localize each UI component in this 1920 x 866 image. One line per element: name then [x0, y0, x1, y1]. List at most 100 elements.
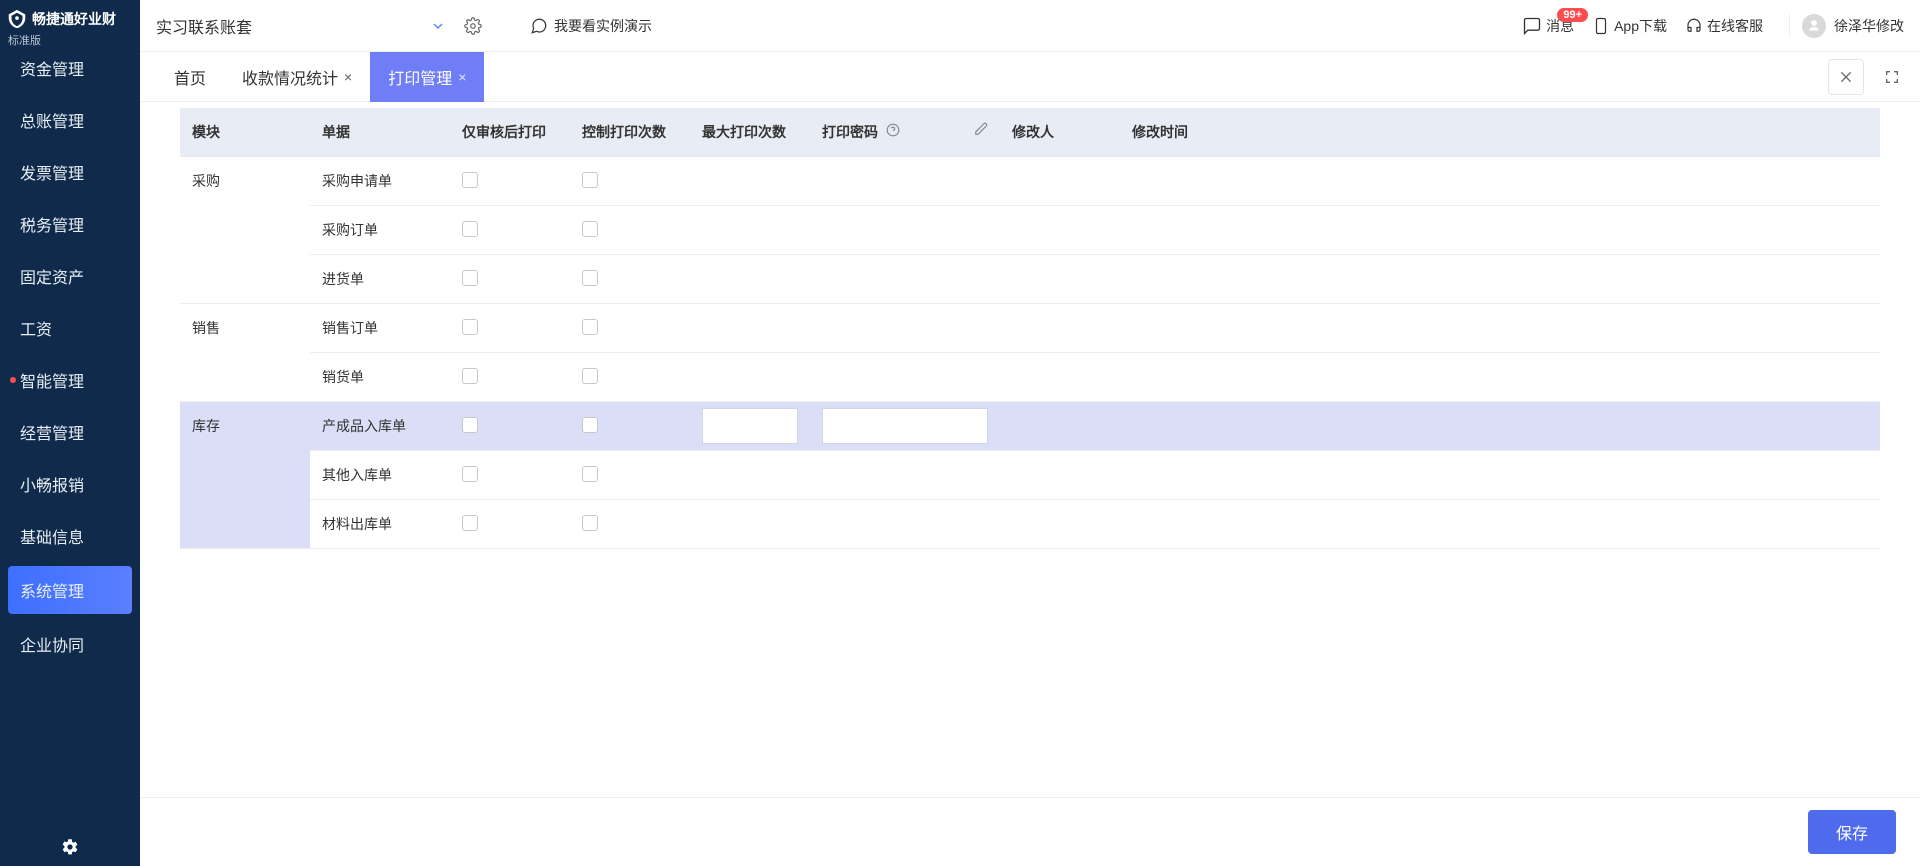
doc-cell: 进货单 [310, 255, 450, 304]
print-settings-table: 模块 单据 仅审核后打印 控制打印次数 最大打印次数 打印密码 [180, 108, 1880, 549]
table-row: 其他入库单 [180, 451, 1880, 500]
tab[interactable]: 首页 [156, 52, 224, 102]
sidebar-item[interactable]: 基础信息 [0, 510, 140, 562]
password-input[interactable] [822, 408, 988, 444]
th-limit: 控制打印次数 [570, 108, 690, 157]
sidebar-item-label: 工资 [20, 316, 52, 340]
doc-cell: 其他入库单 [310, 451, 450, 500]
sidebar-item-label: 系统管理 [20, 578, 84, 602]
app-download-label: App下载 [1614, 16, 1667, 36]
sidebar-item[interactable]: 小畅报销 [0, 458, 140, 510]
topbar: 实习联系账套 我要看实例演示 消息 99+ [140, 0, 1920, 52]
table-row: 采购采购申请单 [180, 157, 1880, 206]
limit-checkbox[interactable] [582, 221, 598, 237]
th-password: 打印密码 [810, 108, 1000, 157]
tab-label: 首页 [174, 65, 206, 89]
chat-icon [530, 17, 548, 35]
support-button[interactable]: 在线客服 [1685, 16, 1763, 36]
sidebar-item[interactable]: 系统管理 [8, 566, 132, 614]
limit-checkbox[interactable] [582, 417, 598, 433]
sidebar-item[interactable]: 固定资产 [0, 250, 140, 302]
table-row: 材料出库单 [180, 500, 1880, 549]
doc-cell: 采购订单 [310, 206, 450, 255]
mobile-icon [1592, 17, 1610, 35]
sidebar-nav: 资金管理总账管理发票管理税务管理固定资产工资智能管理经营管理小畅报销基础信息系统… [0, 56, 140, 828]
table-row: 进货单 [180, 255, 1880, 304]
tab-close-icon[interactable]: × [458, 69, 466, 85]
brand-area: 畅捷通好业财 标准版 [0, 0, 140, 52]
sidebar-item-label: 小畅报销 [20, 472, 84, 496]
after-audit-checkbox[interactable] [462, 221, 478, 237]
table-row: 销货单 [180, 353, 1880, 402]
user-menu[interactable]: 徐泽华修改 [1789, 14, 1904, 38]
account-settings-icon[interactable] [464, 17, 482, 35]
sidebar-item-label: 固定资产 [20, 264, 84, 288]
sidebar-item-label: 经营管理 [20, 420, 84, 444]
sidebar-item-label: 资金管理 [20, 56, 84, 80]
sidebar-item[interactable]: 总账管理 [0, 94, 140, 146]
message-icon [1522, 16, 1542, 36]
after-audit-checkbox[interactable] [462, 417, 478, 433]
doc-cell: 销售订单 [310, 304, 450, 353]
app-download-button[interactable]: App下载 [1592, 16, 1667, 36]
tab[interactable]: 收款情况统计 × [224, 52, 370, 102]
brand-logo-icon [6, 8, 28, 30]
sidebar-item-label: 发票管理 [20, 160, 84, 184]
after-audit-checkbox[interactable] [462, 319, 478, 335]
sidebar-settings-icon[interactable] [61, 838, 79, 856]
sidebar-item[interactable]: 税务管理 [0, 198, 140, 250]
after-audit-checkbox[interactable] [462, 515, 478, 531]
th-max: 最大打印次数 [690, 108, 810, 157]
close-all-tabs-button[interactable] [1828, 59, 1864, 95]
tab[interactable]: 打印管理 × [370, 52, 484, 102]
avatar-icon [1802, 14, 1826, 38]
after-audit-checkbox[interactable] [462, 172, 478, 188]
th-time: 修改时间 [1120, 108, 1880, 157]
headset-icon [1685, 17, 1703, 35]
table-row: 销售销售订单 [180, 304, 1880, 353]
sidebar-item[interactable]: 发票管理 [0, 146, 140, 198]
module-cell: 库存 [180, 402, 310, 549]
module-cell: 采购 [180, 157, 310, 304]
table-row: 采购订单 [180, 206, 1880, 255]
tab-label: 收款情况统计 [242, 65, 338, 89]
account-selector[interactable]: 实习联系账套 [156, 14, 446, 38]
after-audit-checkbox[interactable] [462, 368, 478, 384]
limit-checkbox[interactable] [582, 368, 598, 384]
help-icon[interactable] [886, 124, 900, 140]
sidebar-item[interactable]: 工资 [0, 302, 140, 354]
sidebar-item[interactable]: 资金管理 [0, 56, 140, 94]
notification-dot-icon [10, 377, 16, 383]
messages-badge: 99+ [1557, 8, 1588, 22]
max-print-input[interactable] [702, 408, 798, 444]
sidebar: 畅捷通好业财 标准版 资金管理总账管理发票管理税务管理固定资产工资智能管理经营管… [0, 0, 140, 866]
after-audit-checkbox[interactable] [462, 466, 478, 482]
fullscreen-button[interactable] [1874, 59, 1910, 95]
limit-checkbox[interactable] [582, 270, 598, 286]
save-button[interactable]: 保存 [1808, 810, 1896, 854]
user-name: 徐泽华修改 [1834, 16, 1904, 36]
th-modifier: 修改人 [1000, 108, 1120, 157]
messages-button[interactable]: 消息 99+ [1522, 16, 1574, 36]
th-module: 模块 [180, 108, 310, 157]
th-after-audit: 仅审核后打印 [450, 108, 570, 157]
sidebar-item[interactable]: 企业协同 [0, 618, 140, 670]
content-area: 模块 单据 仅审核后打印 控制打印次数 最大打印次数 打印密码 [140, 102, 1920, 866]
sidebar-item[interactable]: 智能管理 [0, 354, 140, 406]
footer: 保存 [140, 797, 1920, 866]
limit-checkbox[interactable] [582, 319, 598, 335]
th-doc: 单据 [310, 108, 450, 157]
limit-checkbox[interactable] [582, 172, 598, 188]
demo-link[interactable]: 我要看实例演示 [530, 16, 652, 36]
tab-close-icon[interactable]: × [344, 69, 352, 85]
brand-name: 畅捷通好业财 [32, 9, 116, 29]
edit-column-icon[interactable] [974, 122, 988, 136]
after-audit-checkbox[interactable] [462, 270, 478, 286]
chevron-down-icon [430, 18, 446, 34]
sidebar-item[interactable]: 经营管理 [0, 406, 140, 458]
tab-label: 打印管理 [388, 65, 452, 89]
account-name: 实习联系账套 [156, 14, 252, 38]
limit-checkbox[interactable] [582, 466, 598, 482]
limit-checkbox[interactable] [582, 515, 598, 531]
demo-link-label: 我要看实例演示 [554, 16, 652, 36]
